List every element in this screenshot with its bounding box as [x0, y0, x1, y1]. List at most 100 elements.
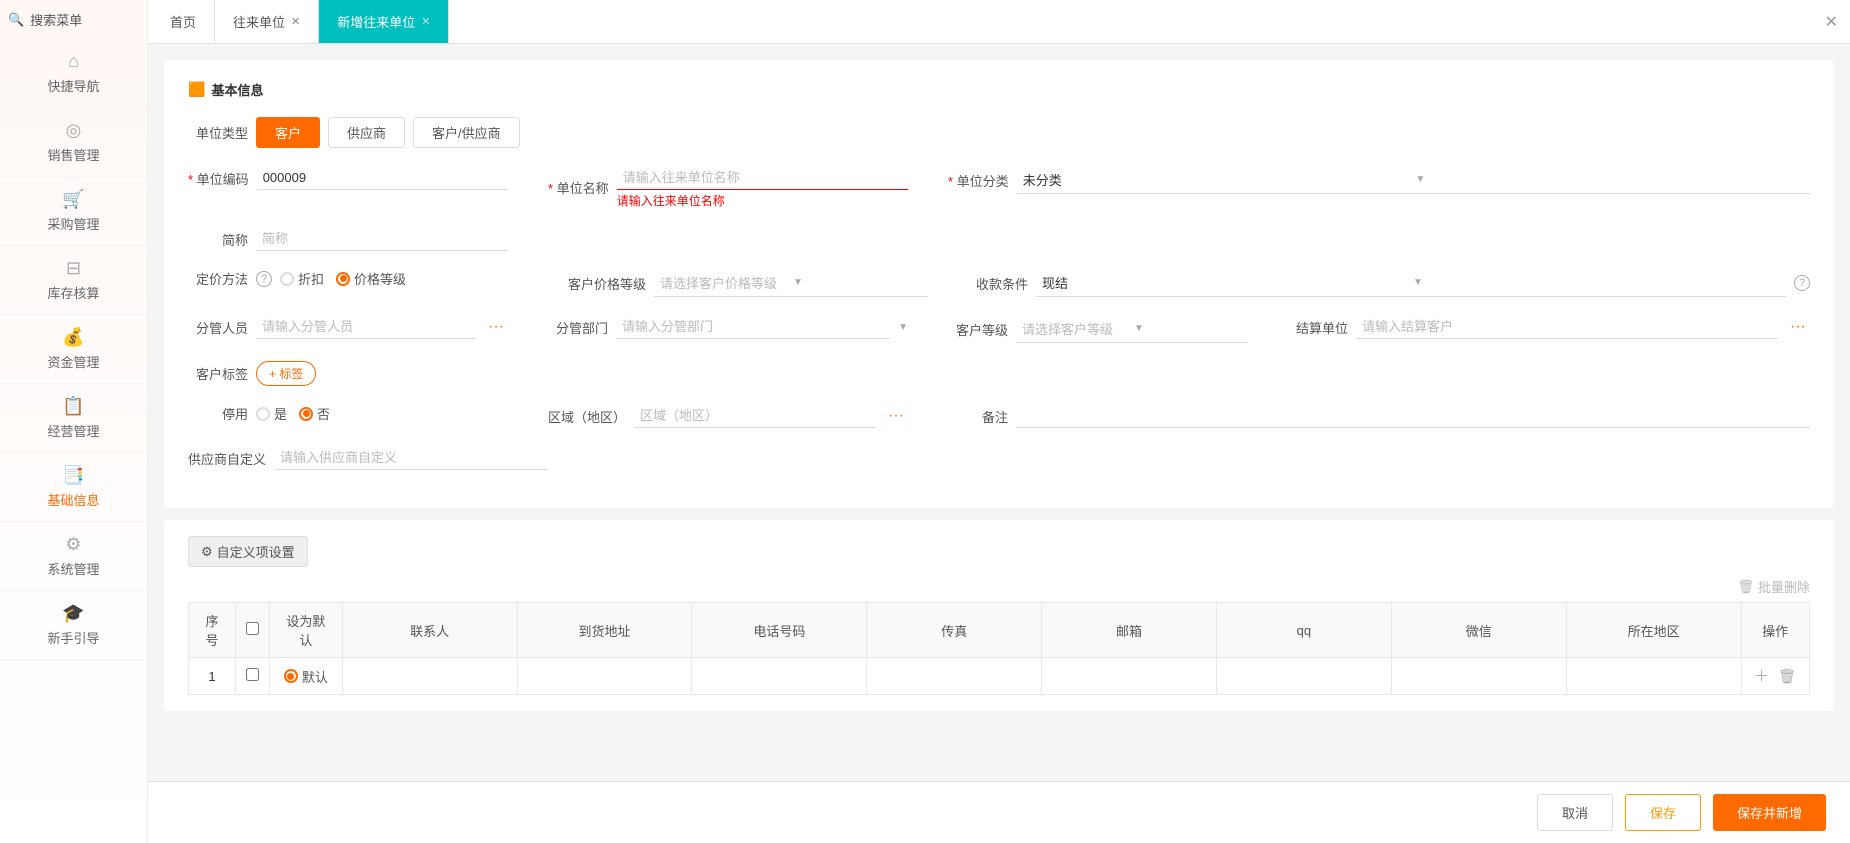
cell-wechat[interactable]	[1391, 658, 1566, 695]
pricing-price-level-radio[interactable]	[336, 272, 350, 286]
tab-partners[interactable]: 往来单位 ✕	[215, 0, 319, 43]
disable-no-radio[interactable]	[299, 407, 313, 421]
default-radio-item[interactable]: 默认	[280, 667, 332, 686]
sidebar-label-inventory: 库存核算	[47, 283, 99, 302]
col-no: 序号	[189, 603, 236, 658]
manager-dots-icon[interactable]: ···	[484, 318, 508, 336]
remark-input[interactable]	[1016, 404, 1810, 428]
sidebar-item-base[interactable]: 📑 基础信息	[0, 453, 147, 522]
add-tag-button[interactable]: + 标签	[256, 361, 316, 386]
sidebar-item-inventory[interactable]: ⊟ 库存核算	[0, 246, 147, 315]
cell-action: ＋ 🗑	[1741, 658, 1809, 695]
disable-no-option[interactable]: 否	[299, 404, 330, 423]
customer-level-placeholder: 请选择客户等级	[1022, 319, 1130, 338]
purchase-icon: 🛒	[62, 189, 84, 210]
department-input[interactable]	[616, 315, 890, 339]
unit-type-supplier-btn[interactable]: 供应商	[328, 117, 405, 148]
sidebar-item-finance[interactable]: 💰 资金管理	[0, 315, 147, 384]
sidebar-label-sales: 销售管理	[47, 145, 99, 164]
phone-input[interactable]	[702, 670, 856, 684]
sidebar-item-purchase[interactable]: 🛒 采购管理	[0, 177, 147, 246]
default-radio[interactable]	[284, 669, 298, 683]
cell-email[interactable]	[1042, 658, 1217, 695]
cell-checkbox[interactable]	[235, 658, 269, 695]
unit-code-input[interactable]	[257, 166, 508, 190]
supplier-custom-input[interactable]	[274, 446, 548, 470]
customer-price-arrow-icon: ▼	[793, 277, 922, 288]
region-dots-icon[interactable]: ···	[884, 407, 908, 425]
save-button[interactable]: 保存	[1625, 794, 1701, 831]
add-row-icon[interactable]: ＋	[1752, 668, 1772, 684]
cell-default[interactable]: 默认	[269, 658, 342, 695]
tab-bar-close-icon[interactable]: ✕	[1825, 12, 1838, 32]
settlement-dots-icon[interactable]: ···	[1786, 318, 1810, 336]
select-all-checkbox[interactable]	[246, 622, 259, 635]
customer-price-level-select[interactable]: 请选择客户价格等级 ▼	[654, 269, 928, 297]
address-input[interactable]	[528, 670, 682, 684]
payment-terms-help-icon[interactable]: ?	[1794, 275, 1810, 291]
cell-address[interactable]	[517, 658, 692, 695]
unit-type-both-btn[interactable]: 客户/供应商	[413, 117, 520, 148]
cell-qq[interactable]	[1216, 658, 1391, 695]
customer-price-level-group: 客户价格等级 请选择客户价格等级 ▼	[568, 269, 928, 297]
cell-contact[interactable]	[342, 658, 517, 695]
tab-partners-close-icon[interactable]: ✕	[291, 15, 300, 28]
save-new-button[interactable]: 保存并新增	[1713, 794, 1826, 831]
pricing-price-level-option[interactable]: 价格等级	[336, 269, 406, 288]
row-checkbox[interactable]	[246, 668, 259, 681]
pricing-group: 定价方法 ? 折扣 价格等级	[188, 269, 528, 288]
delete-row-icon[interactable]: 🗑	[1775, 668, 1799, 684]
manager-row: 分管人员 ··· 分管部门 ▼ 客户等级 请选择客户等级 ▼	[188, 315, 1810, 343]
table-row: 1 默认	[189, 658, 1810, 695]
row-region-input[interactable]	[1577, 670, 1731, 684]
manager-label: 分管人员	[188, 318, 248, 337]
system-icon: ⚙	[65, 534, 81, 555]
tab-home[interactable]: 首页	[152, 0, 215, 43]
region-input[interactable]	[634, 404, 876, 428]
unit-category-select[interactable]: 未分类 ▼	[1017, 166, 1810, 194]
custom-settings-button[interactable]: ⚙ 自定义项设置	[188, 536, 308, 567]
sidebar-search-label: 搜索菜单	[30, 10, 82, 29]
pricing-discount-radio[interactable]	[280, 272, 294, 286]
pricing-discount-option[interactable]: 折扣	[280, 269, 324, 288]
sidebar-search-item[interactable]: 🔍 搜索菜单	[0, 0, 147, 39]
form-footer: 取消 保存 保存并新增	[148, 781, 1850, 843]
unit-name-input[interactable]	[617, 166, 908, 190]
contact-input[interactable]	[353, 670, 507, 684]
tab-new-partner[interactable]: 新增往来单位 ✕	[319, 0, 449, 43]
disable-yes-option[interactable]: 是	[256, 404, 287, 423]
tab-new-partner-label: 新增往来单位	[337, 12, 415, 31]
settlement-input[interactable]	[1356, 315, 1778, 339]
bulk-delete-label[interactable]: 批量删除	[1758, 577, 1810, 596]
col-select-all[interactable]	[235, 603, 269, 658]
unit-type-customer-btn[interactable]: 客户	[256, 117, 320, 148]
sidebar-item-guide[interactable]: 🎓 新手引导	[0, 591, 147, 660]
sidebar-item-operation[interactable]: 📋 经营管理	[0, 384, 147, 453]
disable-yes-radio[interactable]	[256, 407, 270, 421]
unit-type-row: 单位类型 客户 供应商 客户/供应商	[188, 117, 1810, 148]
unit-type-label: 单位类型	[188, 123, 248, 142]
cell-region[interactable]	[1566, 658, 1741, 695]
cell-no: 1	[189, 658, 236, 695]
sidebar-item-quick-nav[interactable]: ⌂ 快捷导航	[0, 39, 147, 108]
customer-level-select[interactable]: 请选择客户等级 ▼	[1016, 315, 1248, 343]
cell-fax[interactable]	[867, 658, 1042, 695]
customer-price-level-placeholder: 请选择客户价格等级	[660, 273, 789, 292]
payment-terms-select[interactable]: 现结 ▼	[1036, 269, 1786, 297]
sidebar-item-system[interactable]: ⚙ 系统管理	[0, 522, 147, 591]
pricing-help-icon[interactable]: ?	[256, 271, 272, 287]
customer-price-level-label: 客户价格等级	[568, 274, 646, 293]
cell-phone[interactable]	[692, 658, 867, 695]
email-input[interactable]	[1052, 670, 1206, 684]
wechat-input[interactable]	[1402, 670, 1556, 684]
short-name-group: 简称	[188, 227, 508, 251]
base-icon: 📑	[62, 465, 84, 486]
tab-new-partner-close-icon[interactable]: ✕	[421, 15, 430, 28]
short-name-input[interactable]	[256, 227, 508, 251]
qq-input[interactable]	[1227, 670, 1381, 684]
cancel-button[interactable]: 取消	[1537, 794, 1613, 831]
sidebar-item-sales[interactable]: ◎ 销售管理	[0, 108, 147, 177]
fax-input[interactable]	[877, 670, 1031, 684]
manager-input[interactable]	[256, 315, 476, 339]
basic-info-card: 🟧 基本信息 单位类型 客户 供应商 客户/供应商 单位编码	[164, 60, 1834, 508]
